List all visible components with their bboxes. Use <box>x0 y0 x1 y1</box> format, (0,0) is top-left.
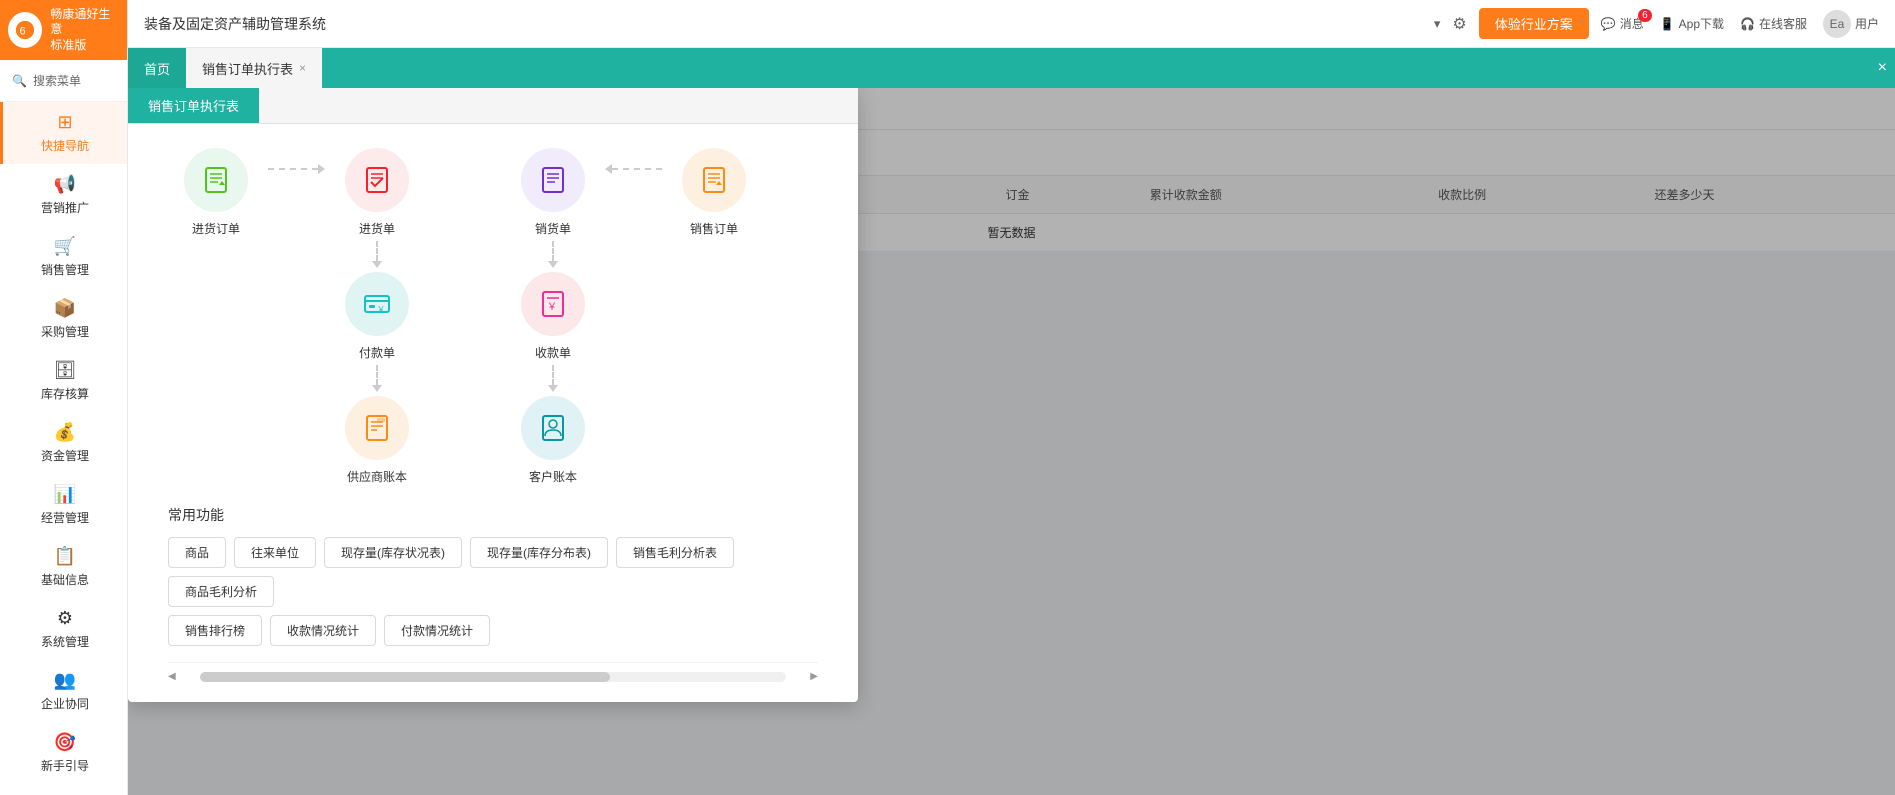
sidebar-item-sales[interactable]: 🛒 销售管理 <box>0 226 127 288</box>
system-icon: ⚙ <box>57 608 73 629</box>
scroll-right-arrow[interactable]: ▶ <box>810 671 818 682</box>
sidebar-nav: ⊞ 快捷导航 📢 营销推广 🛒 销售管理 📦 采购管理 🗄 库存核算 💰 <box>0 102 127 795</box>
operations-icon: 📊 <box>54 484 76 505</box>
svg-text:￥: ￥ <box>377 305 385 314</box>
common-buttons-row2: 销售排行榜 收款情况统计 付款情况统计 <box>168 615 818 646</box>
flow-diagram: 进货订单 <box>168 148 818 485</box>
sidebar-item-enterprise[interactable]: 👥 企业协同 <box>0 660 127 722</box>
system-dropdown-icon[interactable]: ▾ <box>1434 16 1441 32</box>
search-icon: 🔍 <box>12 74 27 88</box>
flow-node-purchase-order: 进货订单 <box>184 148 248 237</box>
newbie-icon: 🎯 <box>54 732 76 753</box>
customer-ledger-icon <box>521 396 585 460</box>
flow-node-customer-ledger: 客户账本 <box>521 396 585 485</box>
flow-node-supplier-ledger: 供应商账本 <box>345 396 409 485</box>
sidebar-item-newbie[interactable]: 🎯 新手引导 <box>0 722 127 784</box>
arrow-payment-down <box>372 365 382 392</box>
quick-guide-modal: 销售订单执行表 <box>128 88 858 702</box>
user-avatar: Ea <box>1823 10 1851 38</box>
system-name: 装备及固定资产辅助管理系统 <box>144 14 1422 34</box>
arrow-purchase-bill-down <box>372 241 382 268</box>
sidebar-item-finance[interactable]: 💰 资金管理 <box>0 412 127 474</box>
btn-contacts[interactable]: 往来单位 <box>234 537 316 568</box>
tab-close-all-icon[interactable]: × <box>1878 59 1887 77</box>
purchase-order-icon <box>184 148 248 212</box>
flow-node-sale-order: 销售订单 <box>682 148 746 237</box>
header-actions: 💬 消息 6 📱 App下载 🎧 在线客服 Ea 用户 <box>1601 10 1879 38</box>
flow-node-payment: ￥ 付款单 <box>345 272 409 361</box>
sidebar-logo: 6 畅康通好生意 标准版 <box>0 0 127 60</box>
online-service-action[interactable]: 🎧 在线客服 <box>1740 15 1807 32</box>
basic-icon: 📋 <box>54 546 76 567</box>
arrow-receipt-down <box>548 365 558 392</box>
sidebar: 6 畅康通好生意 标准版 🔍 搜索菜单 ⊞ 快捷导航 📢 营销推广 🛒 <box>0 0 128 795</box>
payment-icon: ￥ <box>345 272 409 336</box>
arrow-sale-bill-down <box>548 241 558 268</box>
sidebar-search[interactable]: 🔍 搜索菜单 <box>0 60 127 102</box>
btn-sales-ranking[interactable]: 销售排行榜 <box>168 615 262 646</box>
sidebar-item-system[interactable]: ⚙ 系统管理 <box>0 598 127 660</box>
message-action[interactable]: 💬 消息 6 <box>1601 15 1644 32</box>
sidebar-item-inventory[interactable]: 🗄 库存核算 <box>0 350 127 412</box>
arrow-purchase-order-to-bill <box>268 164 325 174</box>
tab-bar: 首页 销售订单执行表 × × <box>128 48 1895 88</box>
flow-node-receipt: ￥ 收款单 <box>521 272 585 361</box>
btn-stock-distribution[interactable]: 现存量(库存分布表) <box>470 537 608 568</box>
page-content: ❓ 帮助 🖨 按模板打印 ▾ 📤 导出 🔄 刷新 <box>128 88 1895 795</box>
finance-icon: 💰 <box>54 422 76 443</box>
trial-button[interactable]: 体验行业方案 <box>1479 8 1589 39</box>
sale-order-icon <box>682 148 746 212</box>
common-functions: 常用功能 商品 往来单位 现存量(库存状况表) 现存量(库存分布表) 销售毛利分… <box>168 505 818 646</box>
main-content: 装备及固定资产辅助管理系统 ▾ ⚙ 体验行业方案 💬 消息 6 📱 App下载 … <box>128 0 1895 795</box>
app-download-action[interactable]: 📱 App下载 <box>1660 15 1724 32</box>
logo-text: 畅康通好生意 标准版 <box>50 7 119 54</box>
receipt-icon: ￥ <box>521 272 585 336</box>
modal-tab-active[interactable]: 销售订单执行表 <box>128 88 259 123</box>
btn-sales-profit-analysis[interactable]: 销售毛利分析表 <box>616 537 734 568</box>
user-action[interactable]: Ea 用户 <box>1823 10 1879 38</box>
message-icon: 💬 <box>1601 17 1616 31</box>
scroll-track[interactable] <box>200 672 787 682</box>
service-icon: 🎧 <box>1740 17 1755 31</box>
sidebar-item-operations[interactable]: 📊 经营管理 <box>0 474 127 536</box>
purchase-icon: 📦 <box>54 298 76 319</box>
marketing-icon: 📢 <box>54 174 76 195</box>
btn-receipt-stats[interactable]: 收款情况统计 <box>270 615 376 646</box>
enterprise-icon: 👥 <box>54 670 76 691</box>
quick-nav-icon: ⊞ <box>57 112 72 133</box>
sidebar-item-marketing[interactable]: 📢 营销推广 <box>0 164 127 226</box>
tab-sales-order[interactable]: 销售订单执行表 × <box>186 48 322 88</box>
scroll-left-arrow[interactable]: ◀ <box>168 671 176 682</box>
flow-node-sale-bill: 销货单 <box>521 148 585 237</box>
download-icon: 📱 <box>1660 17 1675 31</box>
message-badge: 6 <box>1638 9 1652 22</box>
arrow-sale-order-to-bill <box>605 164 662 174</box>
modal-body: 进货订单 <box>128 124 858 702</box>
overlay[interactable]: 销售订单执行表 <box>128 88 1895 795</box>
common-title: 常用功能 <box>168 505 818 525</box>
sales-icon: 🛒 <box>54 236 76 257</box>
settings-icon[interactable]: ⚙ <box>1452 14 1466 34</box>
sidebar-item-quick-nav[interactable]: ⊞ 快捷导航 <box>0 102 127 164</box>
btn-payment-stats[interactable]: 付款情况统计 <box>384 615 490 646</box>
supplier-ledger-icon <box>345 396 409 460</box>
modal-scrollbar: ◀ ▶ <box>168 662 818 682</box>
flow-node-purchase-bill: 进货单 <box>345 148 409 237</box>
btn-product-profit[interactable]: 商品毛利分析 <box>168 576 274 607</box>
svg-text:￥: ￥ <box>547 302 557 313</box>
svg-text:6: 6 <box>20 26 26 38</box>
inventory-icon: 🗄 <box>54 360 77 381</box>
btn-product[interactable]: 商品 <box>168 537 226 568</box>
sidebar-item-purchase[interactable]: 📦 采购管理 <box>0 288 127 350</box>
top-header: 装备及固定资产辅助管理系统 ▾ ⚙ 体验行业方案 💬 消息 6 📱 App下载 … <box>128 0 1895 48</box>
btn-stock-status[interactable]: 现存量(库存状况表) <box>324 537 462 568</box>
sidebar-item-basic[interactable]: 📋 基础信息 <box>0 536 127 598</box>
logo-icon: 6 <box>8 12 42 48</box>
common-buttons-row1: 商品 往来单位 现存量(库存状况表) 现存量(库存分布表) 销售毛利分析表 商品… <box>168 537 818 607</box>
tab-home[interactable]: 首页 <box>128 48 186 88</box>
sale-bill-icon <box>521 148 585 212</box>
purchase-bill-icon <box>345 148 409 212</box>
tab-close-icon[interactable]: × <box>299 61 306 75</box>
search-menu-button[interactable]: 🔍 搜索菜单 <box>8 68 119 93</box>
